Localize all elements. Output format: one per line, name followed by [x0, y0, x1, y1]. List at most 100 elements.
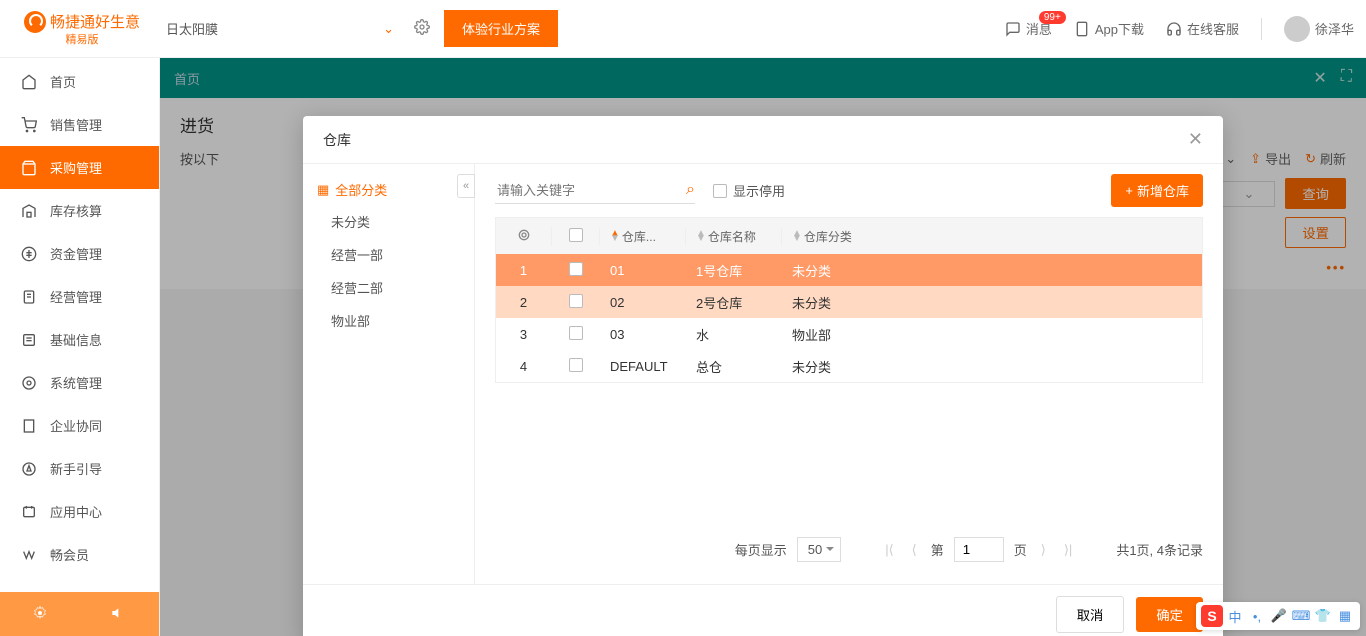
sidebar-item-label: 经营管理 [50, 287, 102, 306]
brand-subtitle: 精易版 [66, 31, 99, 47]
sidebar-item-appcenter[interactable]: 应用中心 [0, 490, 159, 533]
gear-icon[interactable] [414, 19, 430, 38]
column-code[interactable]: ▲▼仓库... [600, 228, 686, 245]
cancel-button[interactable]: 取消 [1056, 596, 1125, 633]
brand-logo-icon [24, 11, 46, 33]
messages-link[interactable]: 消息 99+ [1005, 19, 1052, 38]
modal-title: 仓库 [323, 130, 351, 150]
sidebar-item-label: 资金管理 [50, 244, 102, 263]
search-icon[interactable]: ⌕ [686, 181, 695, 199]
bag-icon [20, 159, 38, 177]
speaker-icon[interactable] [111, 605, 127, 624]
brand-name: 畅捷通好生意 [50, 11, 140, 32]
tree-item[interactable]: 经营二部 [303, 271, 474, 304]
sidebar-item-basicinfo[interactable]: 基础信息 [0, 318, 159, 361]
tree-root[interactable]: ▦ 全部分类 [303, 174, 474, 205]
ime-toolbar[interactable]: S 中 •, 🎤 ⌨ 👕 ▦ [1196, 602, 1360, 630]
search-input[interactable] [495, 178, 686, 203]
ime-mic-icon[interactable]: 🎤 [1269, 606, 1289, 626]
company-name: 日太阳膜 [166, 19, 218, 38]
app-download-label: App下载 [1095, 19, 1144, 38]
tree-item[interactable]: 未分类 [303, 205, 474, 238]
table-row[interactable]: 1 01 1号仓库 未分类 [496, 254, 1202, 286]
collapse-tree-icon[interactable]: « [457, 174, 475, 198]
search-box: ⌕ [495, 178, 695, 204]
gear-column-icon[interactable] [496, 227, 552, 246]
divider [1261, 18, 1262, 40]
info-icon [20, 331, 38, 349]
next-page-icon[interactable]: ⟩ [1037, 542, 1050, 558]
per-page-select[interactable]: 50 [797, 537, 841, 562]
show-disabled-checkbox[interactable]: 显示停用 [713, 181, 785, 200]
company-selector[interactable]: 日太阳膜 ⌄ [160, 19, 400, 38]
table-header: ▲▼仓库... ▲▼仓库名称 ▲▼仓库分类 [496, 218, 1202, 254]
phone-icon [1074, 21, 1090, 37]
ok-button[interactable]: 确定 [1136, 597, 1203, 632]
sidebar-item-operation[interactable]: 经营管理 [0, 275, 159, 318]
modal-backdrop: 仓库 ✕ « ▦ 全部分类 未分类 经营一部 经营二部 物业部 [160, 58, 1366, 636]
category-tree: « ▦ 全部分类 未分类 经营一部 经营二部 物业部 [303, 164, 475, 584]
sidebar-item-label: 系统管理 [50, 373, 102, 392]
home-icon [20, 73, 38, 91]
sidebar-item-label: 畅会员 [50, 545, 89, 564]
sidebar-item-member[interactable]: 畅会员 [0, 533, 159, 576]
sidebar-item-system[interactable]: 系统管理 [0, 361, 159, 404]
warehouse-icon [20, 202, 38, 220]
grid-icon: ▦ [317, 182, 329, 198]
sidebar-item-sales[interactable]: 销售管理 [0, 103, 159, 146]
ime-punct-icon[interactable]: •, [1247, 606, 1267, 626]
sidebar-item-label: 企业协同 [50, 416, 102, 435]
row-checkbox[interactable] [569, 358, 583, 372]
table-row[interactable]: 4 DEFAULT 总仓 未分类 [496, 350, 1202, 382]
page-input[interactable] [954, 537, 1004, 562]
logo-area: 畅捷通好生意 精易版 [12, 11, 152, 47]
sidebar-item-label: 销售管理 [50, 115, 102, 134]
table-row[interactable]: 2 02 2号仓库 未分类 [496, 286, 1202, 318]
close-icon[interactable]: ✕ [1188, 129, 1203, 150]
sidebar-item-purchase[interactable]: 采购管理 [0, 146, 159, 189]
pagination: 每页显示 50 |⟨ ⟨ 第 页 ⟩ ⟩| 共1页, 4条记录 [495, 525, 1203, 574]
prev-page-icon[interactable]: ⟨ [908, 542, 921, 558]
sidebar-item-label: 采购管理 [50, 158, 102, 177]
customer-service-link[interactable]: 在线客服 [1166, 19, 1239, 38]
column-category[interactable]: ▲▼仓库分类 [782, 228, 1202, 245]
ime-logo-icon: S [1201, 605, 1223, 627]
app-download-link[interactable]: App下载 [1074, 19, 1144, 38]
messages-badge: 99+ [1039, 11, 1066, 24]
select-all-checkbox[interactable] [569, 228, 583, 242]
page-summary: 共1页, 4条记录 [1116, 540, 1203, 559]
sidebar-item-enterprise[interactable]: 企业协同 [0, 404, 159, 447]
cart-icon [20, 116, 38, 134]
sidebar-item-label: 基础信息 [50, 330, 102, 349]
row-checkbox[interactable] [569, 262, 583, 276]
row-checkbox[interactable] [569, 294, 583, 308]
sidebar-item-finance[interactable]: 资金管理 [0, 232, 159, 275]
ime-toolbox-icon[interactable]: ▦ [1335, 606, 1355, 626]
table-row[interactable]: 3 03 水 物业部 [496, 318, 1202, 350]
sidebar-item-inventory[interactable]: 库存核算 [0, 189, 159, 232]
column-name[interactable]: ▲▼仓库名称 [686, 228, 782, 245]
clipboard-icon [20, 288, 38, 306]
sidebar-item-guide[interactable]: 新手引导 [0, 447, 159, 490]
gear-icon[interactable] [32, 605, 48, 624]
user-menu[interactable]: 徐泽华 [1284, 16, 1354, 42]
tree-item[interactable]: 经营一部 [303, 238, 474, 271]
top-header: 畅捷通好生意 精易版 日太阳膜 ⌄ 体验行业方案 消息 99+ App下载 在线… [0, 0, 1366, 58]
add-warehouse-button[interactable]: + 新增仓库 [1111, 174, 1203, 207]
settings-icon [20, 374, 38, 392]
headset-icon [1166, 21, 1182, 37]
warehouse-table: ▲▼仓库... ▲▼仓库名称 ▲▼仓库分类 1 01 1号仓库 未分类 [495, 217, 1203, 383]
ime-lang-icon[interactable]: 中 [1225, 606, 1245, 626]
ime-keyboard-icon[interactable]: ⌨ [1291, 606, 1311, 626]
sidebar-item-home[interactable]: 首页 [0, 60, 159, 103]
app-icon [20, 503, 38, 521]
row-checkbox[interactable] [569, 326, 583, 340]
content-area: 首页 ✕ ⛶ 进货 按以下 ⎙打印⌄ ⇪导出 ↻刷新 ⌄ 查询 设置 [160, 58, 1366, 636]
experience-button[interactable]: 体验行业方案 [444, 10, 558, 47]
first-page-icon[interactable]: |⟨ [881, 542, 897, 558]
message-icon [1005, 21, 1021, 37]
last-page-icon[interactable]: ⟩| [1060, 542, 1076, 558]
sidebar-item-label: 首页 [50, 72, 76, 91]
tree-item[interactable]: 物业部 [303, 304, 474, 337]
ime-skin-icon[interactable]: 👕 [1313, 606, 1333, 626]
